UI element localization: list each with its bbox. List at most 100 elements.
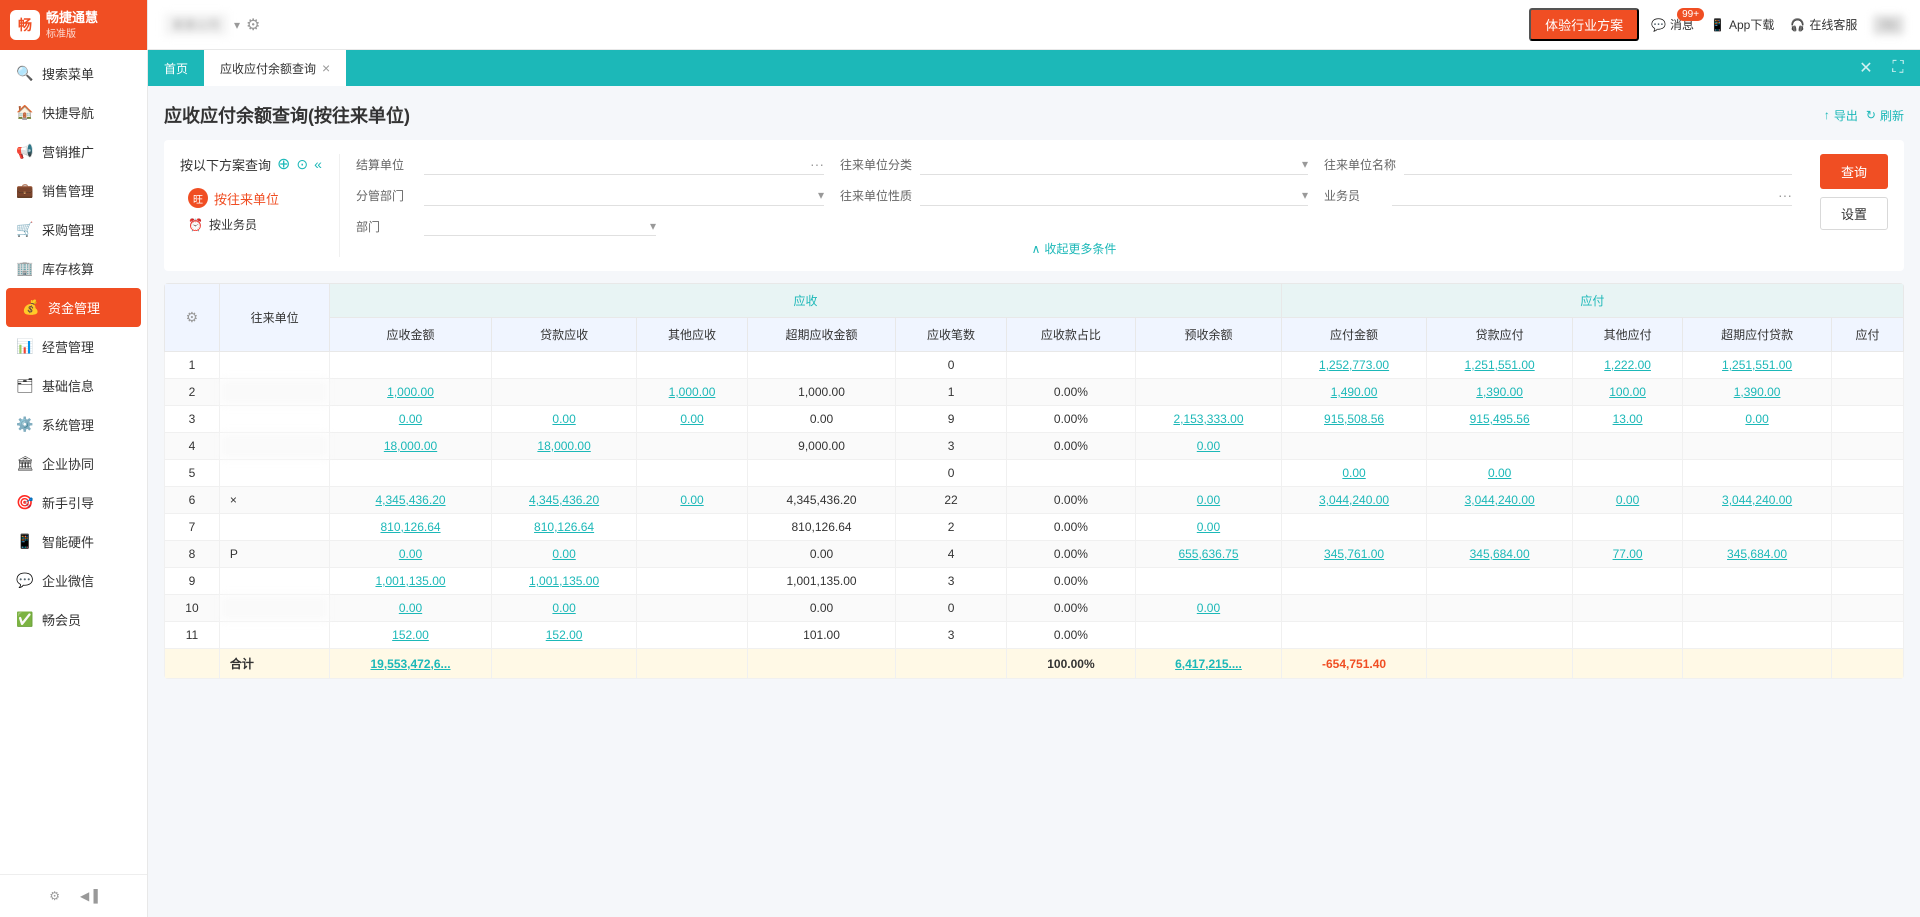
collapse-scheme-icon[interactable]: « — [314, 156, 322, 172]
row-ar-loan[interactable]: 18,000.00 — [491, 433, 637, 460]
sidebar-item-quicknav[interactable]: 🏠快捷导航 — [0, 93, 147, 132]
sidebar-item-basic[interactable]: 🗂基础信息 — [0, 366, 147, 405]
settlement-unit-dots[interactable]: ··· — [810, 156, 824, 172]
row-ar-amount[interactable]: 1,001,135.00 — [330, 568, 492, 595]
messages-btn[interactable]: 💬 消息 99+ — [1651, 16, 1694, 33]
sidebar-item-guide[interactable]: 🎯新手引导 — [0, 483, 147, 522]
sidebar-item-member[interactable]: ✅畅会员 — [0, 600, 147, 639]
row-ar-prepay[interactable]: 0.00 — [1136, 433, 1282, 460]
row-ap-loan[interactable]: 1,390.00 — [1427, 379, 1573, 406]
unit-name-input[interactable] — [1404, 157, 1792, 172]
row-ap-amount[interactable]: 3,044,240.00 — [1281, 487, 1427, 514]
row-ar-prepay[interactable]: 0.00 — [1136, 514, 1282, 541]
row-ar-loan[interactable]: 0.00 — [491, 595, 637, 622]
row-ap-overdue[interactable]: 1,390.00 — [1683, 379, 1832, 406]
add-scheme-icon[interactable]: ⊕ — [277, 154, 290, 174]
breadcrumb-arrow[interactable]: ▾ — [234, 18, 240, 32]
row-ar-other[interactable]: 1,000.00 — [637, 379, 747, 406]
unit-category-arrow[interactable]: ▾ — [1302, 157, 1308, 171]
refresh-btn[interactable]: ↻ 刷新 — [1866, 107, 1904, 124]
row-ap-other[interactable]: 0.00 — [1572, 487, 1682, 514]
row-ar-loan[interactable]: 0.00 — [491, 541, 637, 568]
settings-gear-icon[interactable]: ⚙ — [246, 15, 260, 35]
row-ar-amount[interactable]: 0.00 — [330, 406, 492, 433]
row-ar-amount[interactable]: 4,345,436.20 — [330, 487, 492, 514]
row-ar-loan[interactable]: 152.00 — [491, 622, 637, 649]
tab-fullscreen-btn[interactable]: ⛶ — [1884, 54, 1912, 82]
dept-input[interactable] — [424, 218, 650, 233]
sidebar-item-inventory[interactable]: 🏢库存核算 — [0, 249, 147, 288]
row-ar-loan[interactable]: 4,345,436.20 — [491, 487, 637, 514]
row-ap-other[interactable]: 77.00 — [1572, 541, 1682, 568]
row-ap-overdue[interactable]: 1,251,551.00 — [1683, 352, 1832, 379]
sidebar-item-sales[interactable]: 💼销售管理 — [0, 171, 147, 210]
collapse-btn[interactable]: ∧ 收起更多条件 — [356, 240, 1792, 257]
sidebar-item-purchase[interactable]: 🛒采购管理 — [0, 210, 147, 249]
row-ar-other[interactable]: 0.00 — [637, 406, 747, 433]
row-ar-amount[interactable]: 0.00 — [330, 595, 492, 622]
app-download-btn[interactable]: 📱 App下载 — [1710, 16, 1774, 33]
filter-by-unit[interactable]: 旺 按往来单位 — [180, 184, 327, 212]
row-ap-amount[interactable]: 1,252,773.00 — [1281, 352, 1427, 379]
export-btn[interactable]: ↑ 导出 — [1824, 107, 1858, 124]
row-ap-loan[interactable]: 3,044,240.00 — [1427, 487, 1573, 514]
sidebar-item-hardware[interactable]: 📱智能硬件 — [0, 522, 147, 561]
row-ap-overdue[interactable]: 3,044,240.00 — [1683, 487, 1832, 514]
row-ap-other[interactable]: 100.00 — [1572, 379, 1682, 406]
user-avatar[interactable]: Rit — [1873, 15, 1904, 35]
row-ap-overdue[interactable]: 345,684.00 — [1683, 541, 1832, 568]
row-ap-amount[interactable]: 1,490.00 — [1281, 379, 1427, 406]
query-button[interactable]: 查询 — [1820, 154, 1888, 189]
row-ar-amount[interactable]: 0.00 — [330, 541, 492, 568]
sidebar-item-operation[interactable]: 📊经营管理 — [0, 327, 147, 366]
edit-scheme-icon[interactable]: ⊙ — [296, 156, 308, 173]
setting-button[interactable]: 设置 — [1820, 197, 1888, 230]
row-ap-amount[interactable]: 0.00 — [1281, 460, 1427, 487]
row-ar-prepay[interactable]: 2,153,333.00 — [1136, 406, 1282, 433]
row-ar-amount[interactable]: 18,000.00 — [330, 433, 492, 460]
settlement-unit-input[interactable] — [424, 157, 810, 172]
dept-arrow[interactable]: ▾ — [650, 219, 656, 233]
table-settings-icon[interactable]: ⚙ — [186, 309, 199, 325]
sidebar-item-finance[interactable]: 💰资金管理 — [6, 288, 141, 327]
row-ar-loan[interactable]: 810,126.64 — [491, 514, 637, 541]
tab-close-all-btn[interactable]: ✕ — [1852, 54, 1880, 82]
online-service-btn[interactable]: 🎧 在线客服 — [1790, 16, 1857, 33]
row-ap-amount[interactable]: 915,508.56 — [1281, 406, 1427, 433]
row-ar-prepay[interactable]: 655,636.75 — [1136, 541, 1282, 568]
row-ar-prepay[interactable]: 0.00 — [1136, 487, 1282, 514]
sidebar-item-search[interactable]: 🔍搜索菜单 — [0, 54, 147, 93]
dept-manager-arrow[interactable]: ▾ — [818, 188, 824, 202]
sidebar-item-system[interactable]: ⚙️系统管理 — [0, 405, 147, 444]
salesman-input[interactable] — [1392, 188, 1778, 203]
row-ar-prepay[interactable]: 0.00 — [1136, 595, 1282, 622]
row-ap-loan[interactable]: 345,684.00 — [1427, 541, 1573, 568]
row-ap-other[interactable]: 1,222.00 — [1572, 352, 1682, 379]
row-ap-loan[interactable]: 1,251,551.00 — [1427, 352, 1573, 379]
unit-nature-arrow[interactable]: ▾ — [1302, 188, 1308, 202]
filter-by-salesman[interactable]: ⏰ 按业务员 — [180, 212, 327, 237]
footer-ar-amount[interactable]: 19,553,472,6... — [330, 649, 492, 679]
row-ap-loan[interactable]: 915,495.56 — [1427, 406, 1573, 433]
sidebar-item-marketing[interactable]: 📢营销推广 — [0, 132, 147, 171]
unit-nature-input[interactable] — [920, 188, 1302, 203]
sidebar-item-enterprise[interactable]: 🏛企业协同 — [0, 444, 147, 483]
sidebar-settings-btn[interactable]: ⚙ — [41, 885, 68, 907]
row-ap-amount[interactable]: 345,761.00 — [1281, 541, 1427, 568]
row-ar-other[interactable]: 0.00 — [637, 487, 747, 514]
sidebar-item-wechat[interactable]: 💬企业微信 — [0, 561, 147, 600]
row-ar-loan[interactable]: 0.00 — [491, 406, 637, 433]
unit-category-input[interactable] — [920, 157, 1302, 172]
tab-ar-ap[interactable]: 应收应付余额查询 × — [204, 50, 346, 86]
salesman-dots[interactable]: ··· — [1778, 187, 1792, 203]
row-ap-loan[interactable]: 0.00 — [1427, 460, 1573, 487]
tab-close-icon[interactable]: × — [322, 60, 330, 76]
tab-home[interactable]: 首页 — [148, 50, 204, 86]
promo-button[interactable]: 体验行业方案 — [1529, 8, 1639, 41]
row-ar-amount[interactable]: 810,126.64 — [330, 514, 492, 541]
footer-ar-prepay[interactable]: 6,417,215.... — [1136, 649, 1282, 679]
dept-manager-input[interactable] — [424, 188, 818, 203]
row-ap-other[interactable]: 13.00 — [1572, 406, 1682, 433]
row-ar-amount[interactable]: 152.00 — [330, 622, 492, 649]
row-ar-loan[interactable]: 1,001,135.00 — [491, 568, 637, 595]
